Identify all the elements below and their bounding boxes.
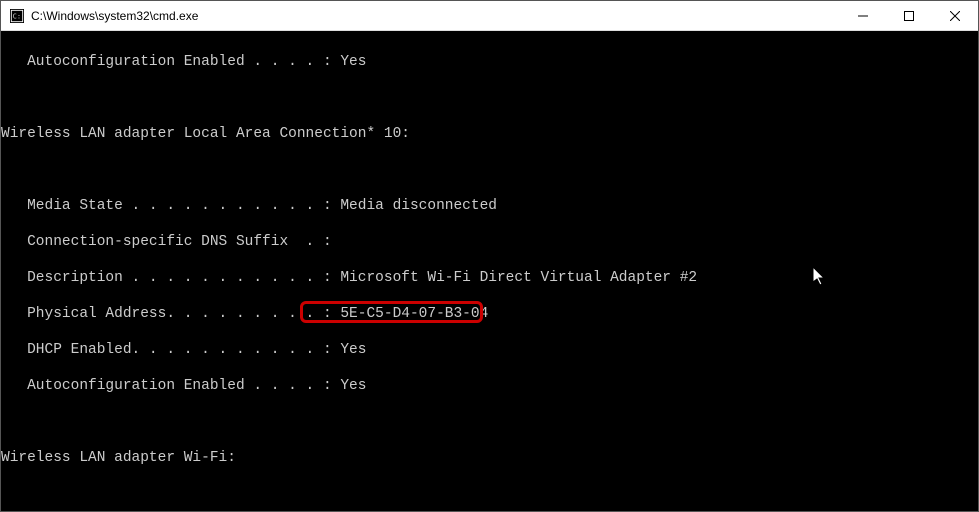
titlebar[interactable]: C: C:\Windows\system32\cmd.exe: [1, 1, 978, 31]
adapter-header: Wireless LAN adapter Wi-Fi:: [1, 449, 978, 467]
output-line: Physical Address. . . . . . . . . : 5E-C…: [1, 305, 978, 323]
output-line: Connection-specific DNS Suffix . :: [1, 233, 978, 251]
output-line: DHCP Enabled. . . . . . . . . . . : Yes: [1, 341, 978, 359]
window-controls: [840, 1, 978, 30]
cmd-window: C: C:\Windows\system32\cmd.exe Autoconfi…: [0, 0, 979, 512]
minimize-button[interactable]: [840, 1, 886, 30]
svg-text:C:: C:: [13, 12, 21, 20]
output-blank: [1, 485, 978, 503]
output-blank: [1, 413, 978, 431]
output-line: Autoconfiguration Enabled . . . . : Yes: [1, 53, 978, 71]
close-button[interactable]: [932, 1, 978, 30]
output-line: Autoconfiguration Enabled . . . . : Yes: [1, 377, 978, 395]
cmd-icon: C:: [9, 8, 25, 24]
maximize-button[interactable]: [886, 1, 932, 30]
output-blank: [1, 161, 978, 179]
console-output[interactable]: Autoconfiguration Enabled . . . . : Yes …: [1, 31, 978, 511]
output-line: Description . . . . . . . . . . . : Micr…: [1, 269, 978, 287]
adapter-header: Wireless LAN adapter Local Area Connecti…: [1, 125, 978, 143]
output-line: Media State . . . . . . . . . . . : Medi…: [1, 197, 978, 215]
window-title: C:\Windows\system32\cmd.exe: [31, 9, 840, 23]
output-blank: [1, 89, 978, 107]
